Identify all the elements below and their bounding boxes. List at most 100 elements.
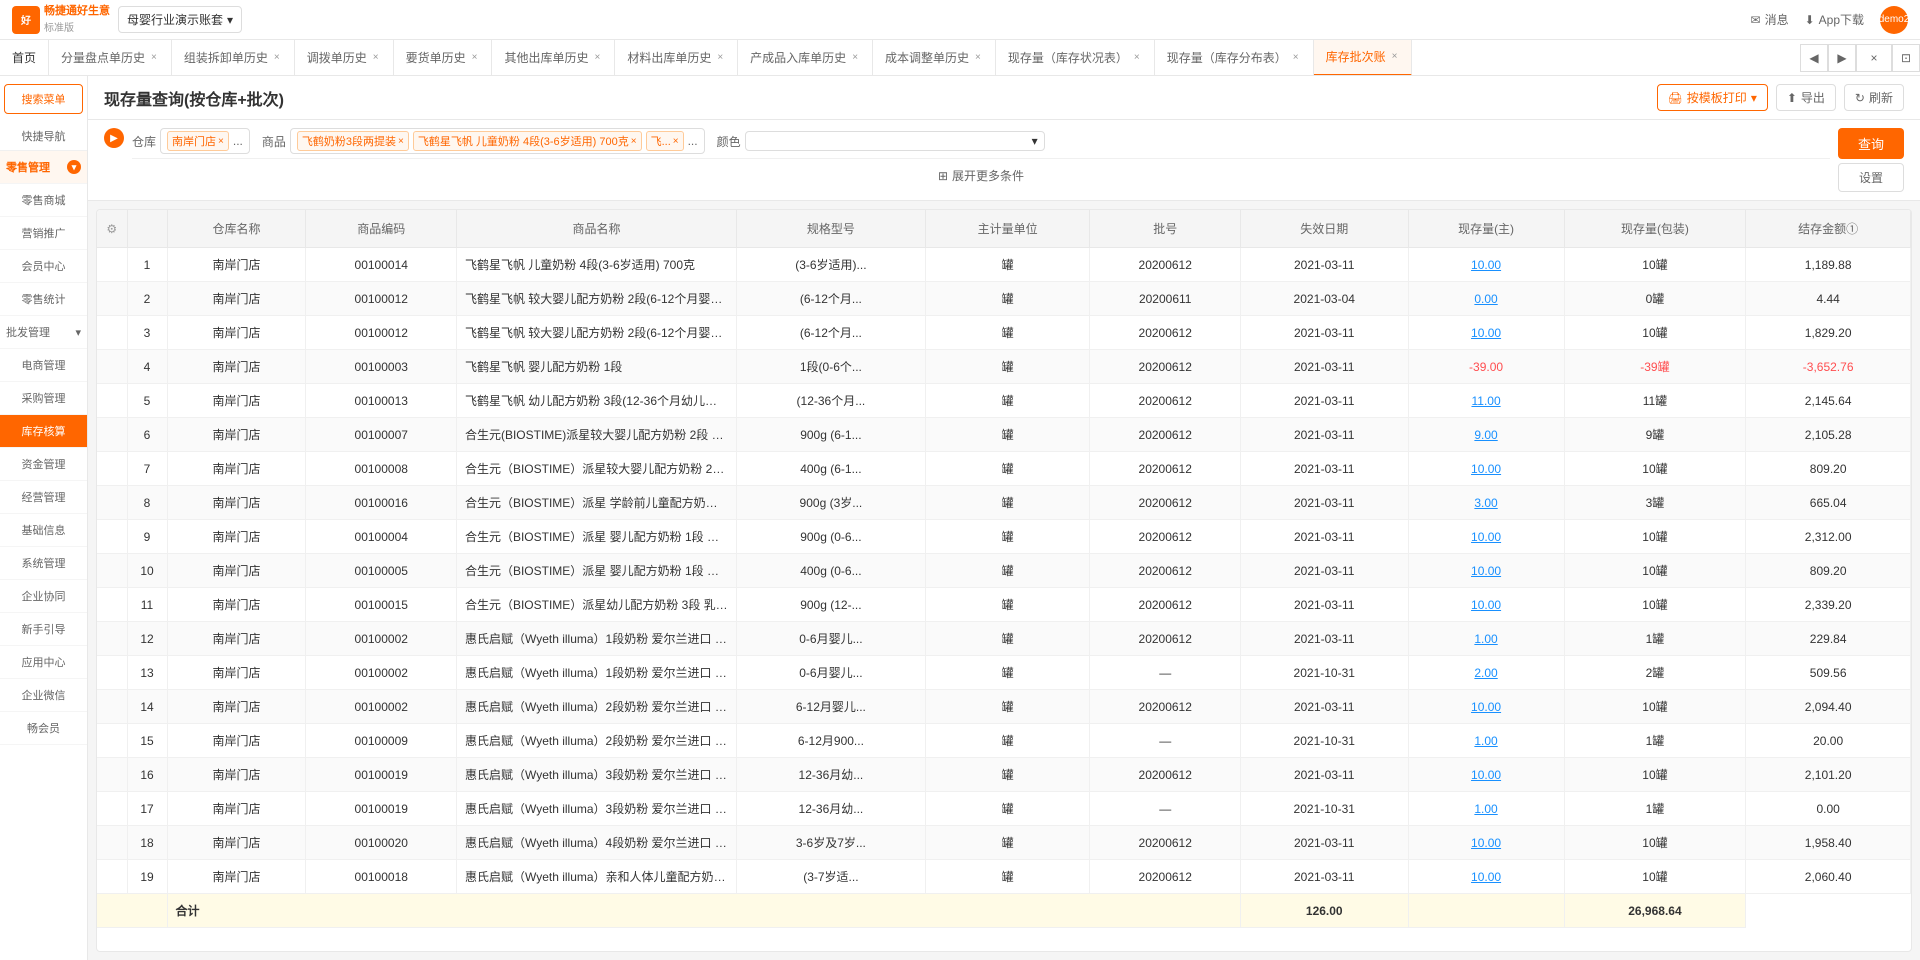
tab-nav-menu[interactable]: ⊡ bbox=[1892, 44, 1920, 72]
tab-2[interactable]: 组装拆卸单历史 × bbox=[172, 40, 295, 76]
sidebar-item-operations[interactable]: 经营管理 bbox=[0, 481, 87, 514]
cell-warehouse: 南岸门店 bbox=[167, 792, 306, 826]
warehouse-tag-close[interactable]: × bbox=[218, 136, 224, 147]
table-row: 17 南岸门店 00100019 惠氏启赋（Wyeth illuma）3段奶粉 … bbox=[97, 792, 1911, 826]
tab-4[interactable]: 要货单历史 × bbox=[394, 40, 493, 76]
tab-close-3[interactable]: × bbox=[371, 52, 381, 63]
tab-6[interactable]: 材料出库单历史 × bbox=[615, 40, 738, 76]
tab-1[interactable]: 分量盘点单历史 × bbox=[49, 40, 172, 76]
sidebar-item-retail-shop[interactable]: 零售商城 bbox=[0, 184, 87, 217]
settings-btn[interactable]: 设置 bbox=[1838, 163, 1904, 192]
tab-nav-left[interactable]: ◀ bbox=[1800, 44, 1828, 72]
cell-qty-main[interactable]: 10.00 bbox=[1408, 554, 1564, 588]
tab-close-10[interactable]: × bbox=[1291, 52, 1301, 63]
cell-qty-main[interactable]: 1.00 bbox=[1408, 724, 1564, 758]
sidebar-item-purchase[interactable]: 采购管理 bbox=[0, 382, 87, 415]
message-btn[interactable]: ✉ 消息 bbox=[1751, 11, 1789, 28]
tab-close-5[interactable]: × bbox=[592, 52, 602, 63]
cell-name: 惠氏启赋（Wyeth illuma）亲和人体儿童配方奶粉4段（3... bbox=[456, 860, 736, 894]
cell-qty-main[interactable]: 10.00 bbox=[1408, 690, 1564, 724]
cell-qty-main[interactable]: 2.00 bbox=[1408, 656, 1564, 690]
sidebar-item-enterprise[interactable]: 企业协同 bbox=[0, 580, 87, 613]
tab-nav-close[interactable]: × bbox=[1856, 44, 1892, 72]
print-btn[interactable]: 🖨 按模板打印 ▾ bbox=[1657, 84, 1768, 111]
tab-7[interactable]: 产成品入库单历史 × bbox=[738, 40, 873, 76]
search-menu-btn[interactable]: 搜索菜单 bbox=[4, 84, 83, 114]
tab-11[interactable]: 库存批次账 × bbox=[1314, 40, 1413, 76]
tab-nav-right[interactable]: ▶ bbox=[1828, 44, 1856, 72]
cell-qty-main[interactable]: 10.00 bbox=[1408, 860, 1564, 894]
table-row: 6 南岸门店 00100007 合生元(BIOSTIME)派星较大婴儿配方奶粉 … bbox=[97, 418, 1911, 452]
user-avatar[interactable]: demo2 bbox=[1880, 6, 1908, 34]
cell-qty-main[interactable]: 10.00 bbox=[1408, 588, 1564, 622]
cell-qty-main[interactable]: 11.00 bbox=[1408, 384, 1564, 418]
tab-close-9[interactable]: × bbox=[1132, 52, 1142, 63]
cell-batch: 20200612 bbox=[1090, 520, 1240, 554]
cell-batch: 20200612 bbox=[1090, 622, 1240, 656]
cell-qty-main[interactable]: 10.00 bbox=[1408, 520, 1564, 554]
sidebar-item-finance[interactable]: 资金管理 bbox=[0, 448, 87, 481]
sidebar-item-wechat[interactable]: 企业微信 bbox=[0, 679, 87, 712]
tab-10[interactable]: 现存量（库存分布表） × bbox=[1155, 40, 1314, 76]
tab-3[interactable]: 调拨单历史 × bbox=[295, 40, 394, 76]
header-actions: 🖨 按模板打印 ▾ ⬆ 导出 ↻ 刷新 bbox=[1657, 84, 1904, 111]
product-filter-box[interactable]: 飞鹤奶粉3段两提装 × 飞鹤星飞帆 儿童奶粉 4段(3-6岁适用) 700克 ×… bbox=[290, 128, 705, 154]
cell-qty-main[interactable]: 0.00 bbox=[1408, 282, 1564, 316]
quick-nav-btn[interactable]: 快捷导航 bbox=[0, 122, 87, 151]
sidebar-item-marketing[interactable]: 营销推广 bbox=[0, 217, 87, 250]
cell-qty-main[interactable]: 10.00 bbox=[1408, 758, 1564, 792]
download-btn[interactable]: ⬇ App下载 bbox=[1805, 11, 1864, 28]
expand-conditions-btn[interactable]: ⊞ 展开更多条件 bbox=[132, 167, 1830, 184]
warehouse-filter-box[interactable]: 南岸门店 × ... bbox=[160, 128, 250, 154]
warehouse-more[interactable]: ... bbox=[233, 134, 243, 148]
sidebar-item-inventory[interactable]: 库存核算 bbox=[0, 415, 87, 448]
expand-btn-wrapper: ⊞ 展开更多条件 bbox=[132, 158, 1830, 184]
cell-qty-main[interactable]: 10.00 bbox=[1408, 826, 1564, 860]
sidebar-item-retail-stats[interactable]: 零售统计 bbox=[0, 283, 87, 316]
cell-qty-main[interactable]: -39.00 bbox=[1408, 350, 1564, 384]
cell-qty-main[interactable]: 10.00 bbox=[1408, 316, 1564, 350]
product-tag-3: 飞... × bbox=[646, 131, 684, 151]
cell-qty-main[interactable]: 9.00 bbox=[1408, 418, 1564, 452]
tab-close-7[interactable]: × bbox=[850, 52, 860, 63]
cell-qty-main[interactable]: 3.00 bbox=[1408, 486, 1564, 520]
query-btn[interactable]: 查询 bbox=[1838, 128, 1904, 159]
cell-qty-main[interactable]: 1.00 bbox=[1408, 792, 1564, 826]
cell-qty-main[interactable]: 10.00 bbox=[1408, 452, 1564, 486]
gear-icon[interactable]: ⚙ bbox=[106, 222, 117, 236]
tab-close-4[interactable]: × bbox=[470, 52, 480, 63]
logo-area: 好 畅捷通好生意 标准版 bbox=[12, 5, 110, 33]
refresh-btn[interactable]: ↻ 刷新 bbox=[1844, 84, 1904, 111]
cell-qty-main[interactable]: 1.00 bbox=[1408, 622, 1564, 656]
sidebar-item-member[interactable]: 会员中心 bbox=[0, 250, 87, 283]
sidebar-item-basic-info[interactable]: 基础信息 bbox=[0, 514, 87, 547]
sidebar-item-retail-mgmt[interactable]: 零售管理 ▾ bbox=[0, 151, 87, 184]
cell-no: 8 bbox=[127, 486, 167, 520]
tab-home[interactable]: 首页 bbox=[0, 40, 49, 76]
tab-close-1[interactable]: × bbox=[149, 52, 159, 63]
tab-8[interactable]: 成本调整单历史 × bbox=[873, 40, 996, 76]
tab-close-2[interactable]: × bbox=[272, 52, 282, 63]
sidebar-item-app-center[interactable]: 应用中心 bbox=[0, 646, 87, 679]
product-tag2-close[interactable]: × bbox=[631, 136, 637, 147]
sidebar-item-wholesale[interactable]: 批发管理 ▾ bbox=[0, 316, 87, 349]
export-btn[interactable]: ⬆ 导出 bbox=[1776, 84, 1836, 111]
cell-name: 合生元（BIOSTIME）派星 学龄前儿童配方奶粉 4段 bbox=[456, 486, 736, 520]
tab-5[interactable]: 其他出库单历史 × bbox=[492, 40, 615, 76]
sidebar-item-ecommerce[interactable]: 电商管理 bbox=[0, 349, 87, 382]
sidebar-item-vip[interactable]: 畅会员 bbox=[0, 712, 87, 745]
tab-9[interactable]: 现存量（库存状况表） × bbox=[996, 40, 1155, 76]
cell-batch: 20200612 bbox=[1090, 316, 1240, 350]
warehouse-select[interactable]: 母婴行业演示账套 ▾ bbox=[118, 6, 242, 33]
sidebar-item-system[interactable]: 系统管理 bbox=[0, 547, 87, 580]
filter-toggle-btn[interactable]: ▶ bbox=[104, 128, 124, 148]
product-tag3-close[interactable]: × bbox=[673, 136, 679, 147]
cell-qty-main[interactable]: 10.00 bbox=[1408, 248, 1564, 282]
product-tag1-close[interactable]: × bbox=[398, 136, 404, 147]
color-filter-box[interactable]: ▾ bbox=[745, 131, 1045, 151]
product-more[interactable]: ... bbox=[688, 134, 698, 148]
sidebar-item-guide[interactable]: 新手引导 bbox=[0, 613, 87, 646]
tab-close-6[interactable]: × bbox=[715, 52, 725, 63]
tab-close-11[interactable]: × bbox=[1390, 51, 1400, 62]
tab-close-8[interactable]: × bbox=[973, 52, 983, 63]
